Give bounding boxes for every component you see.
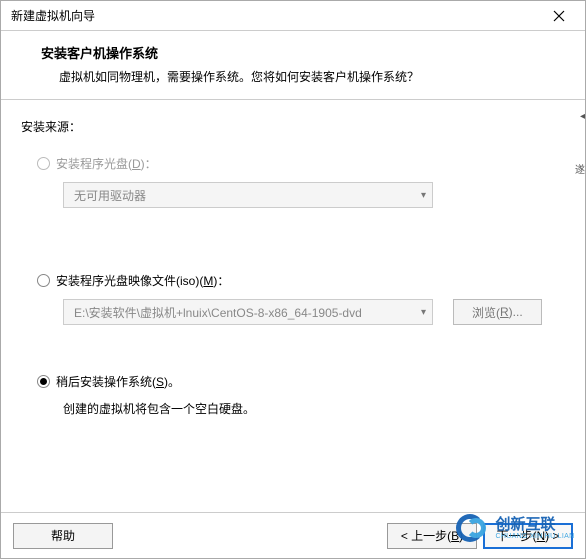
back-button[interactable]: < 上一步(B) — [387, 523, 477, 549]
chevron-down-icon: ▾ — [421, 307, 426, 318]
wizard-header: 安装客户机操作系统 虚拟机如同物理机，需要操作系统。您将如何安装客户机操作系统？ — [1, 31, 585, 100]
install-later-description: 创建的虚拟机将包含一个空白硬盘。 — [63, 400, 565, 417]
iso-path-dropdown[interactable]: E:\安装软件\虚拟机+lnuix\CentOS-8-x86_64-1905-d… — [63, 299, 433, 325]
disc-drive-dropdown: 无可用驱动器 ▾ — [63, 182, 433, 208]
option-installer-disc: 安装程序光盘(D)： — [37, 155, 565, 172]
next-button[interactable]: 下一步(N) > — [483, 523, 573, 549]
option-iso-file-label: 安装程序光盘映像文件(iso)(M)： — [56, 272, 229, 289]
iso-row: E:\安装软件\虚拟机+lnuix\CentOS-8-x86_64-1905-d… — [63, 299, 565, 325]
header-description: 虚拟机如同物理机，需要操作系统。您将如何安装客户机操作系统？ — [41, 68, 565, 85]
option-install-later-label: 稍后安装操作系统(S)。 — [56, 373, 180, 390]
help-button[interactable]: 帮助 — [13, 523, 113, 549]
close-button[interactable] — [539, 2, 579, 30]
wizard-footer: 帮助 < 上一步(B) 下一步(N) > — [1, 512, 585, 558]
header-title: 安装客户机操作系统 — [41, 43, 565, 62]
chevron-down-icon: ▾ — [421, 190, 426, 201]
source-label: 安装来源： — [21, 118, 565, 135]
titlebar: 新建虚拟机向导 — [1, 1, 585, 31]
option-install-later[interactable]: 稍后安装操作系统(S)。 — [37, 373, 565, 390]
browse-button[interactable]: 浏览(R)... — [453, 299, 542, 325]
option-installer-disc-label: 安装程序光盘(D)： — [56, 155, 157, 172]
radio-installer-disc — [37, 157, 50, 170]
radio-iso-file[interactable] — [37, 274, 50, 287]
close-icon — [553, 10, 565, 22]
wizard-body: 安装来源： 安装程序光盘(D)： 无可用驱动器 ▾ 安装程序光盘映像文件(iso… — [1, 100, 585, 512]
radio-install-later[interactable] — [37, 375, 50, 388]
iso-path-value: E:\安装软件\虚拟机+lnuix\CentOS-8-x86_64-1905-d… — [74, 304, 362, 321]
wizard-window: 新建虚拟机向导 安装客户机操作系统 虚拟机如同物理机，需要操作系统。您将如何安装… — [0, 0, 586, 559]
option-iso-file[interactable]: 安装程序光盘映像文件(iso)(M)： — [37, 272, 565, 289]
window-title: 新建虚拟机向导 — [11, 7, 95, 24]
disc-drive-value: 无可用驱动器 — [74, 187, 146, 204]
